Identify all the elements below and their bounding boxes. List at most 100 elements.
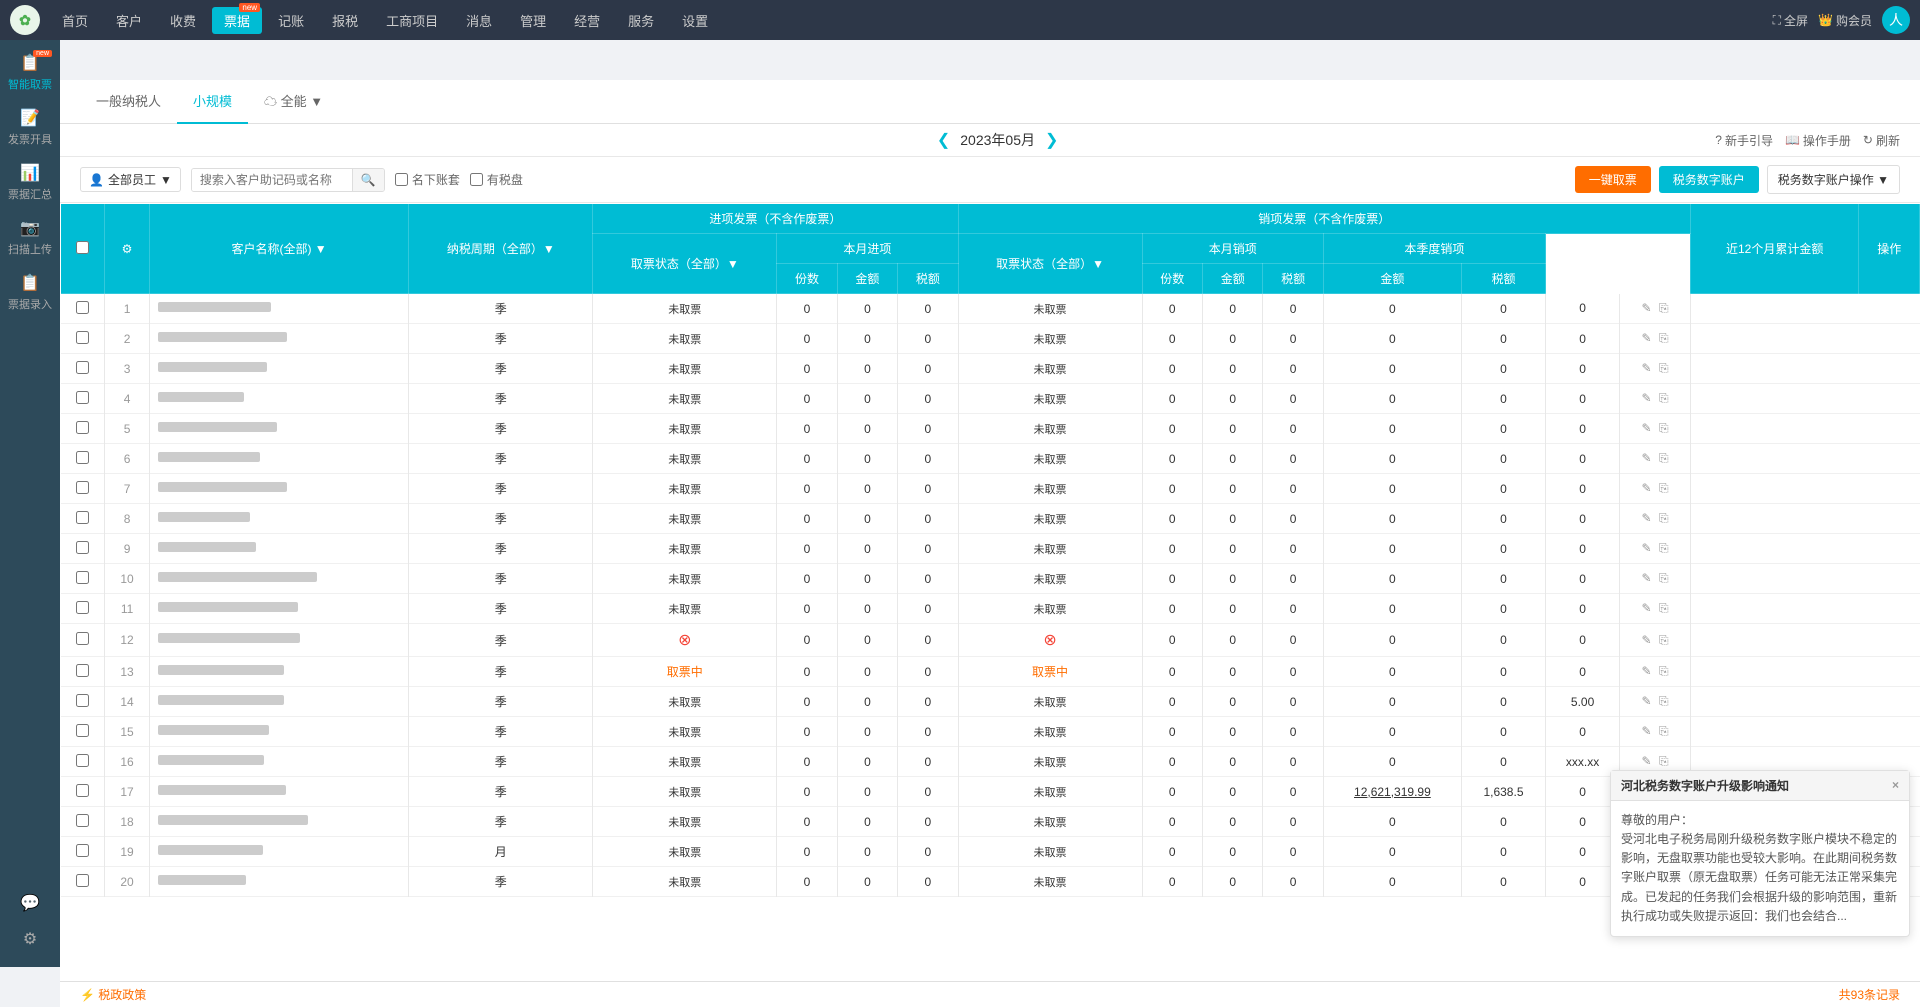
copy-button[interactable]: ⎘ bbox=[1659, 481, 1669, 495]
employee-filter[interactable]: 👤 全部员工 ▼ bbox=[80, 167, 181, 192]
row-checkbox[interactable] bbox=[76, 601, 89, 614]
edit-button[interactable]: ✎ bbox=[1642, 633, 1652, 647]
edit-button[interactable]: ✎ bbox=[1642, 601, 1652, 615]
row-checkbox[interactable] bbox=[76, 844, 89, 857]
row-checkbox[interactable] bbox=[76, 511, 89, 524]
row-checkbox[interactable] bbox=[76, 784, 89, 797]
nav-message[interactable]: 消息 bbox=[454, 7, 504, 34]
tax-policy-link[interactable]: ⚡ 税政政策 bbox=[80, 986, 146, 1003]
copy-button[interactable]: ⎘ bbox=[1659, 633, 1669, 647]
tab-all-capable[interactable]: ☁ 全能 ▼ bbox=[248, 80, 339, 124]
new-guide-button[interactable]: ? 新手引导 bbox=[1715, 132, 1773, 149]
copy-button[interactable]: ⎘ bbox=[1659, 724, 1669, 738]
search-input[interactable] bbox=[192, 169, 352, 191]
prev-period-button[interactable]: ❮ bbox=[937, 130, 950, 150]
member-button[interactable]: 👑 购会员 bbox=[1818, 12, 1872, 29]
search-button[interactable]: 🔍 bbox=[352, 169, 384, 191]
td-in-count: 0 bbox=[777, 414, 837, 444]
checkbox-taxdisk[interactable]: 有税盘 bbox=[470, 171, 523, 188]
select-all-checkbox[interactable] bbox=[76, 241, 89, 254]
nav-service[interactable]: 服务 bbox=[616, 7, 666, 34]
td-out-amount: 0 bbox=[1202, 384, 1262, 414]
edit-button[interactable]: ✎ bbox=[1642, 511, 1652, 525]
edit-button[interactable]: ✎ bbox=[1642, 724, 1652, 738]
digital-account-op-button[interactable]: 税务数字账户操作 ▼ bbox=[1767, 165, 1900, 194]
sidebar-item-invoice-open[interactable]: 📝 发票开具 bbox=[0, 100, 60, 155]
edit-button[interactable]: ✎ bbox=[1642, 754, 1652, 768]
copy-button[interactable]: ⎘ bbox=[1659, 301, 1669, 315]
sidebar-item-scan-upload[interactable]: 📷 扫描上传 bbox=[0, 210, 60, 265]
nav-tax[interactable]: 报税 bbox=[320, 7, 370, 34]
taxdisk-checkbox[interactable] bbox=[470, 173, 483, 186]
copy-button[interactable]: ⎘ bbox=[1659, 541, 1669, 555]
copy-button[interactable]: ⎘ bbox=[1659, 421, 1669, 435]
manual-button[interactable]: 📖 操作手册 bbox=[1785, 132, 1851, 149]
nav-fee[interactable]: 收费 bbox=[158, 7, 208, 34]
copy-button[interactable]: ⎘ bbox=[1659, 754, 1669, 768]
row-checkbox[interactable] bbox=[76, 694, 89, 707]
copy-button[interactable]: ⎘ bbox=[1659, 331, 1669, 345]
copy-button[interactable]: ⎘ bbox=[1659, 664, 1669, 678]
sidebar-item-chat[interactable]: 💬 bbox=[0, 885, 60, 921]
edit-button[interactable]: ✎ bbox=[1642, 391, 1652, 405]
one-key-ticket-button[interactable]: 一键取票 bbox=[1575, 166, 1651, 193]
row-checkbox[interactable] bbox=[76, 451, 89, 464]
tab-small-scale[interactable]: 小规模 bbox=[177, 80, 248, 124]
refresh-button[interactable]: ↻ 刷新 bbox=[1863, 132, 1900, 149]
row-checkbox[interactable] bbox=[76, 724, 89, 737]
nav-ticket[interactable]: 票据 new bbox=[212, 7, 262, 34]
edit-button[interactable]: ✎ bbox=[1642, 664, 1652, 678]
nav-home[interactable]: 首页 bbox=[50, 7, 100, 34]
account-checkbox[interactable] bbox=[395, 173, 408, 186]
digital-account-button[interactable]: 税务数字账户 bbox=[1659, 166, 1759, 193]
nav-business[interactable]: 工商项目 bbox=[374, 7, 450, 34]
edit-button[interactable]: ✎ bbox=[1642, 694, 1652, 708]
checkbox-account[interactable]: 名下账套 bbox=[395, 171, 460, 188]
copy-button[interactable]: ⎘ bbox=[1659, 571, 1669, 585]
edit-button[interactable]: ✎ bbox=[1642, 541, 1652, 555]
tab-general-taxpayer[interactable]: 一般纳税人 bbox=[80, 80, 177, 124]
row-checkbox[interactable] bbox=[76, 571, 89, 584]
row-checkbox[interactable] bbox=[76, 391, 89, 404]
notification-close-button[interactable]: × bbox=[1892, 778, 1899, 792]
row-checkbox[interactable] bbox=[76, 541, 89, 554]
edit-button[interactable]: ✎ bbox=[1642, 301, 1652, 315]
nav-settings[interactable]: 设置 bbox=[670, 7, 720, 34]
status-unticket: 未取票 bbox=[1034, 544, 1067, 556]
user-avatar[interactable]: 人 bbox=[1882, 6, 1910, 34]
edit-button[interactable]: ✎ bbox=[1642, 331, 1652, 345]
copy-button[interactable]: ⎘ bbox=[1659, 391, 1669, 405]
td-checkbox bbox=[61, 414, 105, 444]
sidebar-item-invoice-entry[interactable]: 📋 票据录入 bbox=[0, 265, 60, 320]
row-checkbox[interactable] bbox=[76, 814, 89, 827]
row-checkbox[interactable] bbox=[76, 632, 89, 645]
row-checkbox[interactable] bbox=[76, 331, 89, 344]
td-refund-amount: 0 bbox=[1323, 807, 1461, 837]
row-checkbox[interactable] bbox=[76, 874, 89, 887]
row-checkbox[interactable] bbox=[76, 361, 89, 374]
row-checkbox[interactable] bbox=[76, 301, 89, 314]
copy-button[interactable]: ⎘ bbox=[1659, 451, 1669, 465]
copy-button[interactable]: ⎘ bbox=[1659, 601, 1669, 615]
row-checkbox[interactable] bbox=[76, 421, 89, 434]
edit-button[interactable]: ✎ bbox=[1642, 421, 1652, 435]
fullscreen-button[interactable]: ⛶ 全屏 bbox=[1773, 12, 1808, 29]
row-checkbox[interactable] bbox=[76, 754, 89, 767]
edit-button[interactable]: ✎ bbox=[1642, 451, 1652, 465]
row-checkbox[interactable] bbox=[76, 481, 89, 494]
nav-accounting[interactable]: 记账 bbox=[266, 7, 316, 34]
edit-button[interactable]: ✎ bbox=[1642, 361, 1652, 375]
copy-button[interactable]: ⎘ bbox=[1659, 694, 1669, 708]
edit-button[interactable]: ✎ bbox=[1642, 571, 1652, 585]
copy-button[interactable]: ⎘ bbox=[1659, 361, 1669, 375]
nav-operation[interactable]: 经营 bbox=[562, 7, 612, 34]
edit-button[interactable]: ✎ bbox=[1642, 481, 1652, 495]
nav-client[interactable]: 客户 bbox=[104, 7, 154, 34]
copy-button[interactable]: ⎘ bbox=[1659, 511, 1669, 525]
nav-manage[interactable]: 管理 bbox=[508, 7, 558, 34]
row-checkbox[interactable] bbox=[76, 664, 89, 677]
sidebar-item-invoice-summary[interactable]: 📊 票据汇总 bbox=[0, 155, 60, 210]
sidebar-item-smart-ticket[interactable]: 📋 智能取票 new bbox=[0, 45, 60, 100]
sidebar-item-config[interactable]: ⚙ bbox=[0, 921, 60, 957]
next-period-button[interactable]: ❯ bbox=[1045, 130, 1058, 150]
